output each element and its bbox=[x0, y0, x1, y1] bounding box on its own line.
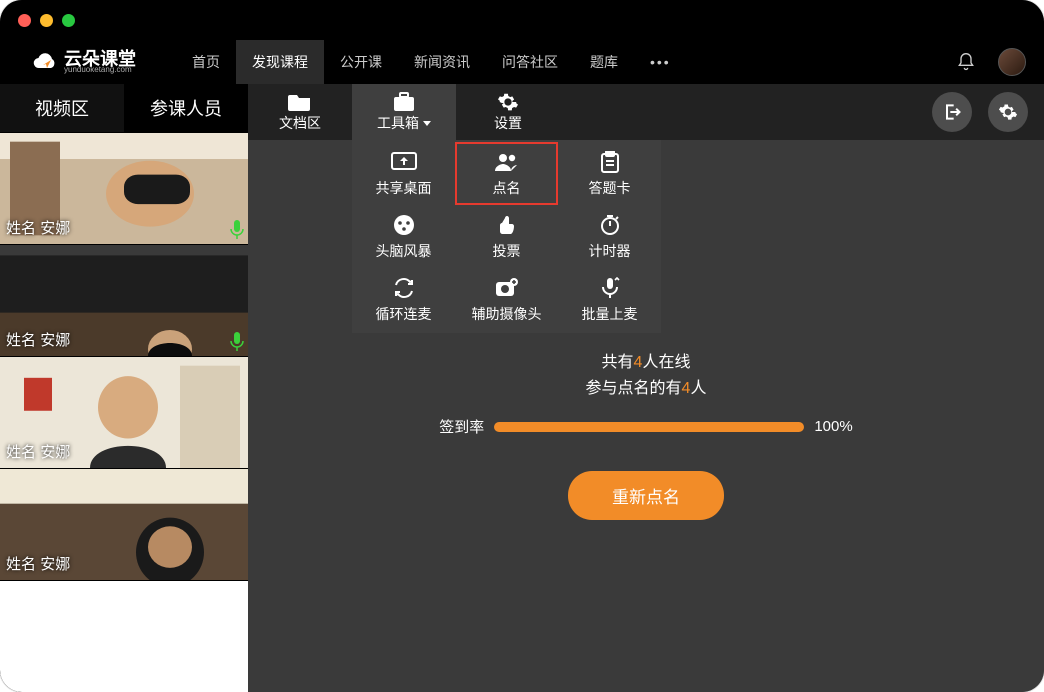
answer-card-icon bbox=[599, 150, 621, 174]
nav-news[interactable]: 新闻资讯 bbox=[398, 40, 486, 84]
window-maximize-button[interactable] bbox=[62, 14, 75, 27]
toolbar-toolbox[interactable]: 工具箱 bbox=[352, 84, 456, 140]
main-toolbar: 文档区 工具箱 设置 bbox=[248, 84, 1044, 140]
camera-plus-icon bbox=[495, 276, 519, 300]
checkin-rate-label: 签到率 bbox=[439, 416, 484, 437]
tool-roll-call[interactable]: 点名 bbox=[455, 142, 558, 205]
tool-vote[interactable]: 投票 bbox=[455, 205, 558, 268]
video-cell[interactable]: 姓名 安娜 bbox=[0, 356, 248, 468]
rollcall-panel: 共有4人在线 参与点名的有4人 签到率 100% 重新点名 bbox=[248, 350, 1044, 520]
app-window: 云朵课堂 yunduoketang.com 首页 发现课程 公开课 新闻资讯 问… bbox=[0, 0, 1044, 692]
tool-share-screen[interactable]: 共享桌面 bbox=[352, 142, 455, 205]
tool-answer-card[interactable]: 答题卡 bbox=[558, 142, 661, 205]
folder-icon bbox=[288, 91, 312, 113]
brainstorm-icon bbox=[393, 213, 415, 237]
checkin-rate-value: 100% bbox=[814, 418, 852, 435]
video-cell-empty[interactable] bbox=[0, 580, 248, 692]
video-cell[interactable]: 姓名 安娜 bbox=[0, 468, 248, 580]
sidebar-tabs: 视频区 参课人员 bbox=[0, 84, 248, 132]
video-label: 姓名 安娜 bbox=[6, 329, 70, 350]
notifications-icon[interactable] bbox=[956, 52, 976, 72]
toolbar-settings-label: 设置 bbox=[494, 113, 522, 133]
nav-items: 首页 发现课程 公开课 新闻资讯 问答社区 题库 ••• bbox=[176, 40, 687, 84]
tab-attendees[interactable]: 参课人员 bbox=[124, 84, 248, 132]
user-avatar[interactable] bbox=[998, 48, 1026, 76]
video-cell[interactable]: 姓名 安娜 bbox=[0, 244, 248, 356]
share-screen-icon bbox=[391, 150, 417, 174]
brand-logo-block[interactable]: 云朵课堂 yunduoketang.com bbox=[32, 50, 136, 74]
batch-mic-icon bbox=[600, 276, 620, 300]
toolbar-documents-label: 文档区 bbox=[279, 113, 321, 133]
gear-icon bbox=[497, 91, 519, 113]
toolbar-toolbox-label: 工具箱 bbox=[377, 113, 419, 133]
tool-timer[interactable]: 计时器 bbox=[558, 205, 661, 268]
tool-batch-mic[interactable]: 批量上麦 bbox=[558, 268, 661, 331]
exit-button[interactable] bbox=[932, 92, 972, 132]
nav-question-bank[interactable]: 题库 bbox=[574, 40, 634, 84]
brand-subtitle: yunduoketang.com bbox=[64, 66, 136, 74]
window-minimize-button[interactable] bbox=[40, 14, 53, 27]
chevron-down-icon bbox=[423, 121, 431, 126]
sidebar: 视频区 参课人员 姓名 安娜 姓名 安娜 姓名 安娜 bbox=[0, 84, 248, 692]
top-nav: 云朵课堂 yunduoketang.com 首页 发现课程 公开课 新闻资讯 问… bbox=[0, 40, 1044, 84]
briefcase-icon bbox=[392, 91, 416, 113]
video-list: 姓名 安娜 姓名 安娜 姓名 安娜 姓名 安娜 bbox=[0, 132, 248, 692]
toolbar-documents[interactable]: 文档区 bbox=[248, 84, 352, 140]
online-count-line: 共有4人在线 bbox=[602, 350, 691, 376]
nav-discover[interactable]: 发现课程 bbox=[236, 40, 324, 84]
nav-home[interactable]: 首页 bbox=[176, 40, 236, 84]
toolbar-right bbox=[932, 84, 1044, 140]
mic-active-icon bbox=[230, 332, 244, 352]
main-area: 文档区 工具箱 设置 bbox=[248, 84, 1044, 692]
nav-more[interactable]: ••• bbox=[634, 40, 687, 84]
cycle-mic-icon bbox=[392, 276, 416, 300]
content: 视频区 参课人员 姓名 安娜 姓名 安娜 姓名 安娜 bbox=[0, 84, 1044, 692]
checkin-rate-row: 签到率 100% bbox=[439, 416, 852, 437]
window-titlebar bbox=[0, 0, 1044, 40]
checkin-rate-bar bbox=[494, 422, 804, 432]
nav-right bbox=[956, 48, 1026, 76]
nav-open-class[interactable]: 公开课 bbox=[324, 40, 398, 84]
toolbox-dropdown: 共享桌面 点名 答题卡 头脑风暴 投票 bbox=[352, 140, 661, 333]
settings-button[interactable] bbox=[988, 92, 1028, 132]
tool-cycle-mic[interactable]: 循环连麦 bbox=[352, 268, 455, 331]
tool-brainstorm[interactable]: 头脑风暴 bbox=[352, 205, 455, 268]
toolbar-settings[interactable]: 设置 bbox=[456, 84, 560, 140]
video-label: 姓名 安娜 bbox=[6, 217, 70, 238]
cloud-logo-icon bbox=[32, 50, 60, 74]
timer-icon bbox=[599, 213, 621, 237]
vote-icon bbox=[496, 213, 518, 237]
window-close-button[interactable] bbox=[18, 14, 31, 27]
mic-active-icon bbox=[230, 220, 244, 240]
roll-call-icon bbox=[494, 150, 520, 174]
tool-aux-camera[interactable]: 辅助摄像头 bbox=[455, 268, 558, 331]
nav-qa[interactable]: 问答社区 bbox=[486, 40, 574, 84]
rollcall-count-line: 参与点名的有4人 bbox=[586, 376, 707, 402]
tab-video-area[interactable]: 视频区 bbox=[0, 84, 124, 132]
redo-rollcall-button[interactable]: 重新点名 bbox=[568, 471, 724, 520]
video-cell[interactable]: 姓名 安娜 bbox=[0, 132, 248, 244]
video-label: 姓名 安娜 bbox=[6, 441, 70, 462]
video-label: 姓名 安娜 bbox=[6, 553, 70, 574]
